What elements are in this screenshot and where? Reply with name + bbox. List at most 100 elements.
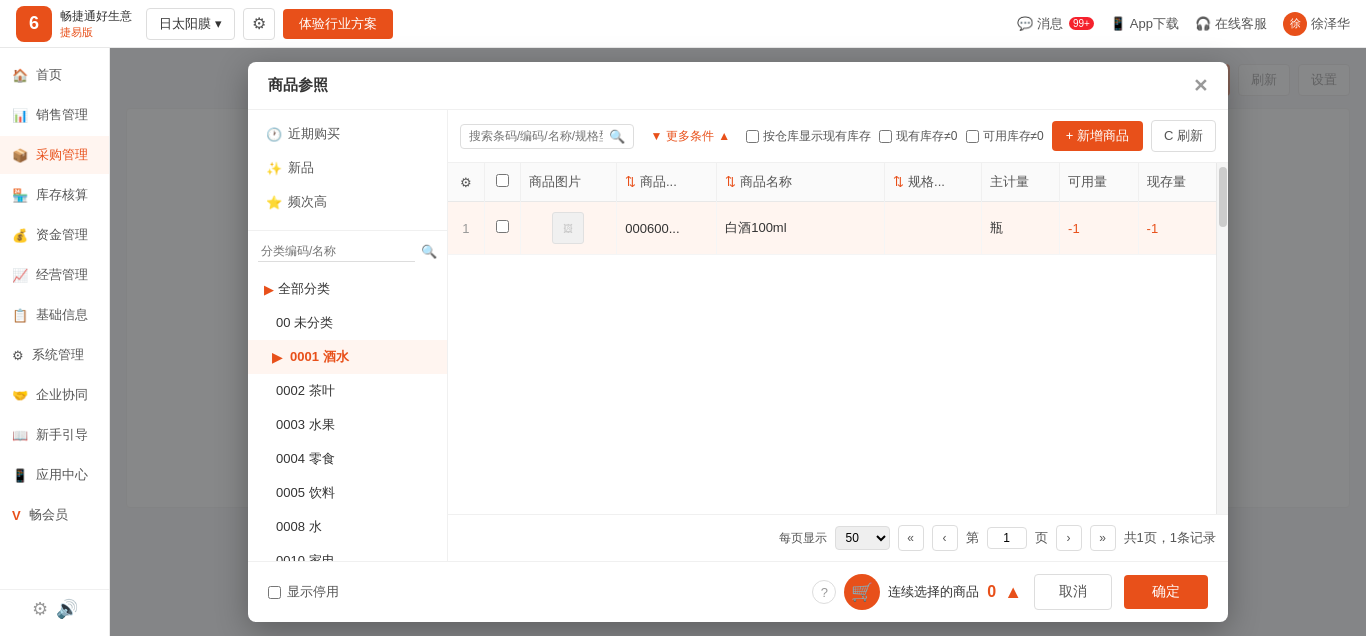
product-search-input[interactable] xyxy=(469,129,603,143)
chart-icon: 📊 xyxy=(12,108,28,123)
page-number-input[interactable] xyxy=(987,527,1027,549)
settings-bottom-icon[interactable]: ⚙ xyxy=(32,598,48,620)
row-select-checkbox[interactable] xyxy=(496,220,509,233)
sort-name-icon: ⇅ xyxy=(725,174,736,189)
select-all-checkbox[interactable] xyxy=(496,174,509,187)
phone-icon: 📱 xyxy=(1110,16,1126,31)
product-search-box: 🔍 xyxy=(460,124,634,149)
cat-item-snack[interactable]: 0004 零食 xyxy=(248,442,447,476)
gear-icon: ⚙ xyxy=(252,14,266,33)
logo-text: 畅捷通好生意 捷易版 xyxy=(60,8,132,40)
message-badge: 99+ xyxy=(1069,17,1094,30)
sidebar-item-purchase[interactable]: 📦 采购管理 xyxy=(0,136,109,174)
app-download-button[interactable]: 📱 App下载 xyxy=(1110,15,1179,33)
cart-button[interactable]: 🛒 xyxy=(844,574,880,610)
stock-nonzero-checkbox[interactable] xyxy=(879,130,892,143)
col-name[interactable]: ⇅ 商品名称 xyxy=(717,163,885,202)
main-layout: 🏠 首页 📊 销售管理 📦 采购管理 🏪 库存核算 💰 资金管理 📈 经营管理 … xyxy=(0,48,1366,636)
sidebar-item-base[interactable]: 📋 基础信息 xyxy=(0,296,109,334)
sidebar-item-inventory[interactable]: 🏪 库存核算 xyxy=(0,176,109,214)
quick-tab-recent[interactable]: 🕐 近期购买 xyxy=(256,118,439,150)
row-settings: 1 xyxy=(448,202,484,255)
user-menu[interactable]: 徐 徐泽华 xyxy=(1283,12,1350,36)
logo-icon: 6 xyxy=(16,6,52,42)
col-code[interactable]: ⇅ 商品... xyxy=(617,163,717,202)
table-settings-icon: ⚙ xyxy=(460,175,472,190)
confirm-button[interactable]: 确定 xyxy=(1124,575,1208,609)
prev-page-button[interactable]: ‹ xyxy=(932,525,958,551)
row-current: -1 xyxy=(1138,202,1216,255)
modal-body: 🕐 近期购买 ✨ 新品 ⭐ 频次高 xyxy=(248,110,1228,561)
modal-footer: 显示停用 ? 🛒 连续选择的商品 0 ▲ xyxy=(248,561,1228,622)
col-checkbox xyxy=(484,163,520,202)
cat-item-fruit[interactable]: 0003 水果 xyxy=(248,408,447,442)
headset-icon: 🎧 xyxy=(1195,16,1211,31)
modal-close-button[interactable]: ✕ xyxy=(1193,77,1208,95)
warehouse-checkbox[interactable] xyxy=(746,130,759,143)
cat-item-uncategorized[interactable]: 00 未分类 xyxy=(248,306,447,340)
first-page-button[interactable]: « xyxy=(898,525,924,551)
checkbox-available-nonzero[interactable]: 可用库存≠0 xyxy=(966,128,1044,145)
product-reference-modal: 商品参照 ✕ 🕐 近期购买 ✨ xyxy=(248,62,1228,622)
checkbox-stock-nonzero[interactable]: 现有库存≠0 xyxy=(879,128,957,145)
category-search-input[interactable] xyxy=(258,241,415,262)
category-search-icon[interactable]: 🔍 xyxy=(421,244,437,259)
col-spec[interactable]: ⇅ 规格... xyxy=(885,163,981,202)
cart-collapse-button[interactable]: ▲ xyxy=(1004,582,1022,603)
star-icon: ⭐ xyxy=(266,195,282,210)
cat-item-beverage[interactable]: 0005 饮料 xyxy=(248,476,447,510)
vertical-scrollbar[interactable] xyxy=(1216,163,1228,514)
cat-item-appliance[interactable]: 0010 家电 xyxy=(248,544,447,561)
search-icon[interactable]: 🔍 xyxy=(609,129,625,144)
sidebar-item-enterprise[interactable]: 🤝 企业协同 xyxy=(0,376,109,414)
sort-spec-icon: ⇅ xyxy=(893,174,904,189)
sidebar-item-finance[interactable]: 💰 资金管理 xyxy=(0,216,109,254)
sidebar-item-home[interactable]: 🏠 首页 xyxy=(0,56,109,94)
more-filter-button[interactable]: ▼ 更多条件 ▲ xyxy=(642,124,738,149)
settings-button[interactable]: ⚙ xyxy=(243,8,275,40)
sidebar-item-sales[interactable]: 📊 销售管理 xyxy=(0,96,109,134)
expand-icon: ▶ xyxy=(264,282,274,297)
per-page-select[interactable]: 50 100 200 xyxy=(835,526,890,550)
available-nonzero-checkbox[interactable] xyxy=(966,130,979,143)
volume-icon[interactable]: 🔊 xyxy=(56,598,78,620)
product-image-placeholder: 🖼 xyxy=(563,223,573,234)
table-row[interactable]: 1 🖼 xyxy=(448,202,1216,255)
sidebar-item-system[interactable]: ⚙ 系统管理 xyxy=(0,336,109,374)
active-expand-icon: ▶ xyxy=(272,350,282,365)
quick-tab-frequent[interactable]: ⭐ 频次高 xyxy=(256,186,439,218)
table-wrapper: ⚙ 商品图片 xyxy=(448,163,1216,514)
sidebar-item-management[interactable]: 📈 经营管理 xyxy=(0,256,109,294)
checkbox-warehouse[interactable]: 按仓库显示现有库存 xyxy=(746,128,871,145)
list-icon: 📋 xyxy=(12,308,28,323)
category-panel: 🕐 近期购买 ✨ 新品 ⭐ 频次高 xyxy=(248,110,448,561)
top-nav: 6 畅捷通好生意 捷易版 日太阳膜 ▾ ⚙ 体验行业方案 💬 消息 99+ 📱 … xyxy=(0,0,1366,48)
tenant-selector[interactable]: 日太阳膜 ▾ xyxy=(146,8,235,40)
col-settings[interactable]: ⚙ xyxy=(448,163,484,202)
show-disabled-checkbox[interactable]: 显示停用 xyxy=(268,583,339,601)
cat-item-tea[interactable]: 0002 茶叶 xyxy=(248,374,447,408)
online-service-button[interactable]: 🎧 在线客服 xyxy=(1195,15,1267,33)
quick-tab-new[interactable]: ✨ 新品 xyxy=(256,152,439,184)
message-button[interactable]: 💬 消息 99+ xyxy=(1017,15,1094,33)
next-page-button[interactable]: › xyxy=(1056,525,1082,551)
add-product-button[interactable]: + 新增商品 xyxy=(1052,121,1143,151)
col-available: 可用量 xyxy=(1060,163,1139,202)
last-page-button[interactable]: » xyxy=(1090,525,1116,551)
logo-area: 6 畅捷通好生意 捷易版 xyxy=(16,6,146,42)
disabled-checkbox[interactable] xyxy=(268,586,281,599)
cancel-button[interactable]: 取消 xyxy=(1034,574,1112,610)
money-icon: 💰 xyxy=(12,228,28,243)
row-image: 🖼 xyxy=(520,202,617,255)
cat-item-all[interactable]: ▶ 全部分类 xyxy=(248,272,447,306)
help-button[interactable]: ? xyxy=(812,580,836,604)
cat-item-water[interactable]: 0008 水 xyxy=(248,510,447,544)
filter-chevron-icon: ▲ xyxy=(718,129,730,143)
trial-button[interactable]: 体验行业方案 xyxy=(283,9,393,39)
modal-header: 商品参照 ✕ xyxy=(248,62,1228,110)
sidebar-item-member[interactable]: V 畅会员 xyxy=(0,496,109,534)
sidebar-item-apps[interactable]: 📱 应用中心 xyxy=(0,456,109,494)
sidebar-item-guide[interactable]: 📖 新手引导 xyxy=(0,416,109,454)
cat-item-liquor[interactable]: ▶ 0001 酒水 xyxy=(248,340,447,374)
refresh-button[interactable]: C 刷新 xyxy=(1151,120,1216,152)
